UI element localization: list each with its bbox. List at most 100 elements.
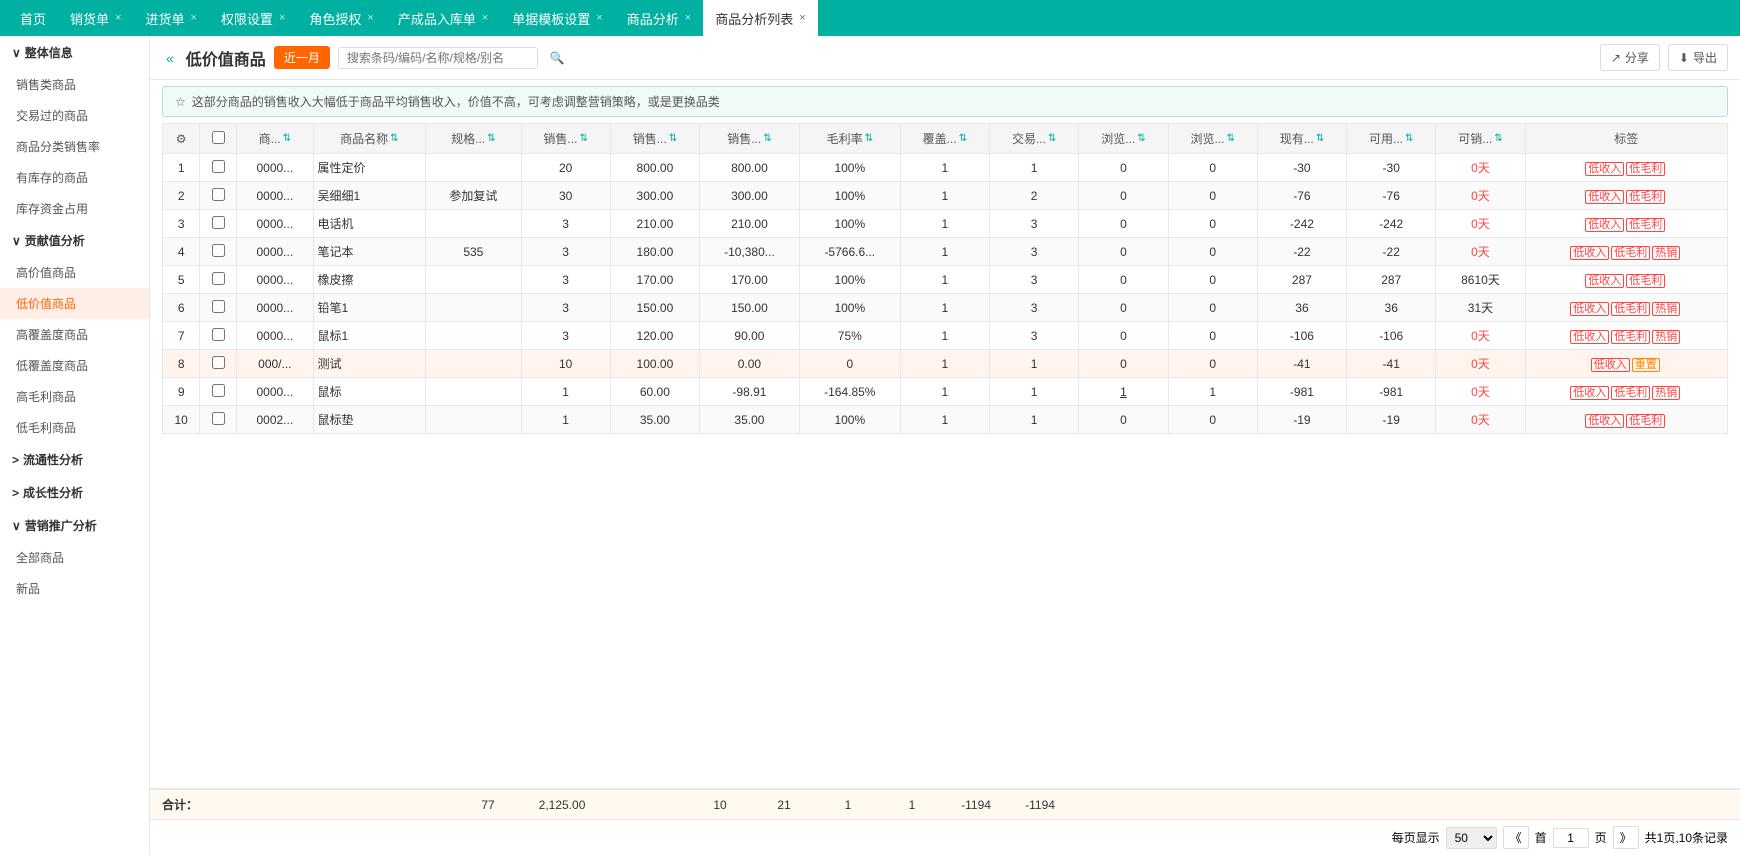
row-select-checkbox[interactable] <box>212 384 225 397</box>
export-button[interactable]: ⬇ 导出 <box>1668 44 1728 71</box>
row-select-checkbox[interactable] <box>212 244 225 257</box>
col-available[interactable]: 可用...⇅ <box>1347 124 1436 154</box>
page-input[interactable] <box>1553 828 1589 848</box>
sidebar-group-circulation[interactable]: > 流通性分析 <box>0 443 149 476</box>
row-view1[interactable]: 0 <box>1079 210 1168 238</box>
close-icon[interactable]: × <box>685 12 691 24</box>
row-name[interactable]: 橡皮擦 <box>313 266 426 294</box>
nav-analysis[interactable]: 商品分析 × <box>615 0 703 36</box>
col-sales2[interactable]: 销售...⇅ <box>610 124 699 154</box>
row-name[interactable]: 鼠标 <box>313 378 426 406</box>
sidebar-item-new-goods[interactable]: 新品 <box>0 573 149 604</box>
close-icon[interactable]: × <box>367 12 373 24</box>
nav-products[interactable]: 产成品入库单 × <box>386 0 500 36</box>
row-checkbox[interactable] <box>200 154 237 182</box>
share-button[interactable]: ↗ 分享 <box>1600 44 1660 71</box>
sidebar-item-sales-goods[interactable]: 销售类商品 <box>0 69 149 100</box>
row-select-checkbox[interactable] <box>212 160 225 173</box>
sidebar-item-high-coverage[interactable]: 高覆盖度商品 <box>0 319 149 350</box>
row-view1[interactable]: 0 <box>1079 322 1168 350</box>
row-name[interactable]: 铅笔1 <box>313 294 426 322</box>
sidebar-item-low-value[interactable]: 低价值商品 <box>0 288 149 319</box>
col-name[interactable]: 商品名称⇅ <box>313 124 426 154</box>
close-icon[interactable]: × <box>596 12 602 24</box>
col-coverage[interactable]: 覆盖...⇅ <box>900 124 989 154</box>
row-view1[interactable]: 0 <box>1079 182 1168 210</box>
sidebar-item-high-value[interactable]: 高价值商品 <box>0 257 149 288</box>
first-page-button[interactable]: 《 <box>1503 826 1529 849</box>
row-checkbox[interactable] <box>200 294 237 322</box>
row-select-checkbox[interactable] <box>212 272 225 285</box>
row-view1[interactable]: 0 <box>1079 406 1168 434</box>
search-input[interactable] <box>338 47 538 69</box>
col-sales1[interactable]: 销售...⇅ <box>521 124 610 154</box>
col-checkbox[interactable] <box>200 124 237 154</box>
row-name[interactable]: 电话机 <box>313 210 426 238</box>
col-current[interactable]: 现有...⇅ <box>1257 124 1346 154</box>
row-view1[interactable]: 0 <box>1079 238 1168 266</box>
sidebar-group-overall[interactable]: ∨ 整体信息 <box>0 36 149 69</box>
select-all-checkbox[interactable] <box>212 131 225 144</box>
col-saleable[interactable]: 可销...⇅ <box>1436 124 1525 154</box>
row-name[interactable]: 属性定价 <box>313 154 426 182</box>
row-checkbox[interactable] <box>200 322 237 350</box>
row-checkbox[interactable] <box>200 182 237 210</box>
sidebar-item-low-margin[interactable]: 低毛利商品 <box>0 412 149 443</box>
nav-sales[interactable]: 销货单 × <box>58 0 133 36</box>
row-name[interactable]: 鼠标1 <box>313 322 426 350</box>
row-view1[interactable]: 0 <box>1079 350 1168 378</box>
sidebar-group-marketing[interactable]: ∨ 营销推广分析 <box>0 509 149 542</box>
nav-roles[interactable]: 角色授权 × <box>297 0 385 36</box>
row-name[interactable]: 吴细细1 <box>313 182 426 210</box>
row-checkbox[interactable] <box>200 378 237 406</box>
row-view1[interactable]: 0 <box>1079 266 1168 294</box>
col-code[interactable]: 商...⇅ <box>237 124 313 154</box>
row-select-checkbox[interactable] <box>212 188 225 201</box>
close-icon[interactable]: × <box>190 12 196 24</box>
close-icon[interactable]: × <box>279 12 285 24</box>
row-select-checkbox[interactable] <box>212 300 225 313</box>
sidebar-item-all-goods[interactable]: 全部商品 <box>0 542 149 573</box>
row-select-checkbox[interactable] <box>212 412 225 425</box>
col-trade[interactable]: 交易...⇅ <box>990 124 1079 154</box>
nav-purchase[interactable]: 进货单 × <box>133 0 208 36</box>
col-view1[interactable]: 浏览...⇅ <box>1079 124 1168 154</box>
sidebar-item-in-stock[interactable]: 有库存的商品 <box>0 162 149 193</box>
nav-analysis-list[interactable]: 商品分析列表 × <box>703 0 817 36</box>
row-select-checkbox[interactable] <box>212 356 225 369</box>
sidebar-item-high-margin[interactable]: 高毛利商品 <box>0 381 149 412</box>
filter-period-button[interactable]: 近一月 <box>274 46 330 69</box>
nav-perms[interactable]: 权限设置 × <box>209 0 297 36</box>
sidebar-group-contribution[interactable]: ∨ 贡献值分析 <box>0 224 149 257</box>
sidebar-item-category-rate[interactable]: 商品分类销售率 <box>0 131 149 162</box>
close-icon[interactable]: × <box>799 12 805 24</box>
row-checkbox[interactable] <box>200 406 237 434</box>
collapse-sidebar-button[interactable]: « <box>162 50 178 66</box>
row-name[interactable]: 鼠标垫 <box>313 406 426 434</box>
col-spec[interactable]: 规格...⇅ <box>426 124 521 154</box>
close-icon[interactable]: × <box>115 12 121 24</box>
per-page-select[interactable]: 50 100 <box>1446 827 1497 849</box>
close-icon[interactable]: × <box>482 12 488 24</box>
row-view1[interactable]: 0 <box>1079 294 1168 322</box>
sidebar-group-growth[interactable]: > 成长性分析 <box>0 476 149 509</box>
row-checkbox[interactable] <box>200 350 237 378</box>
col-settings[interactable]: ⚙ <box>163 124 200 154</box>
nav-templates[interactable]: 单据模板设置 × <box>500 0 614 36</box>
col-margin[interactable]: 毛利率⇅ <box>799 124 900 154</box>
row-name[interactable]: 笔记本 <box>313 238 426 266</box>
row-view1[interactable]: 0 <box>1079 154 1168 182</box>
row-select-checkbox[interactable] <box>212 216 225 229</box>
search-icon[interactable]: 🔍 <box>550 51 565 65</box>
sidebar-item-traded[interactable]: 交易过的商品 <box>0 100 149 131</box>
col-sales3[interactable]: 销售...⇅ <box>700 124 800 154</box>
nav-home[interactable]: 首页 <box>8 0 58 36</box>
row-checkbox[interactable] <box>200 266 237 294</box>
col-view2[interactable]: 浏览...⇅ <box>1168 124 1257 154</box>
row-name[interactable]: 测试 <box>313 350 426 378</box>
row-checkbox[interactable] <box>200 238 237 266</box>
next-page-button[interactable]: 》 <box>1613 826 1639 849</box>
row-checkbox[interactable] <box>200 210 237 238</box>
row-select-checkbox[interactable] <box>212 328 225 341</box>
sidebar-item-stock-fund[interactable]: 库存资金占用 <box>0 193 149 224</box>
